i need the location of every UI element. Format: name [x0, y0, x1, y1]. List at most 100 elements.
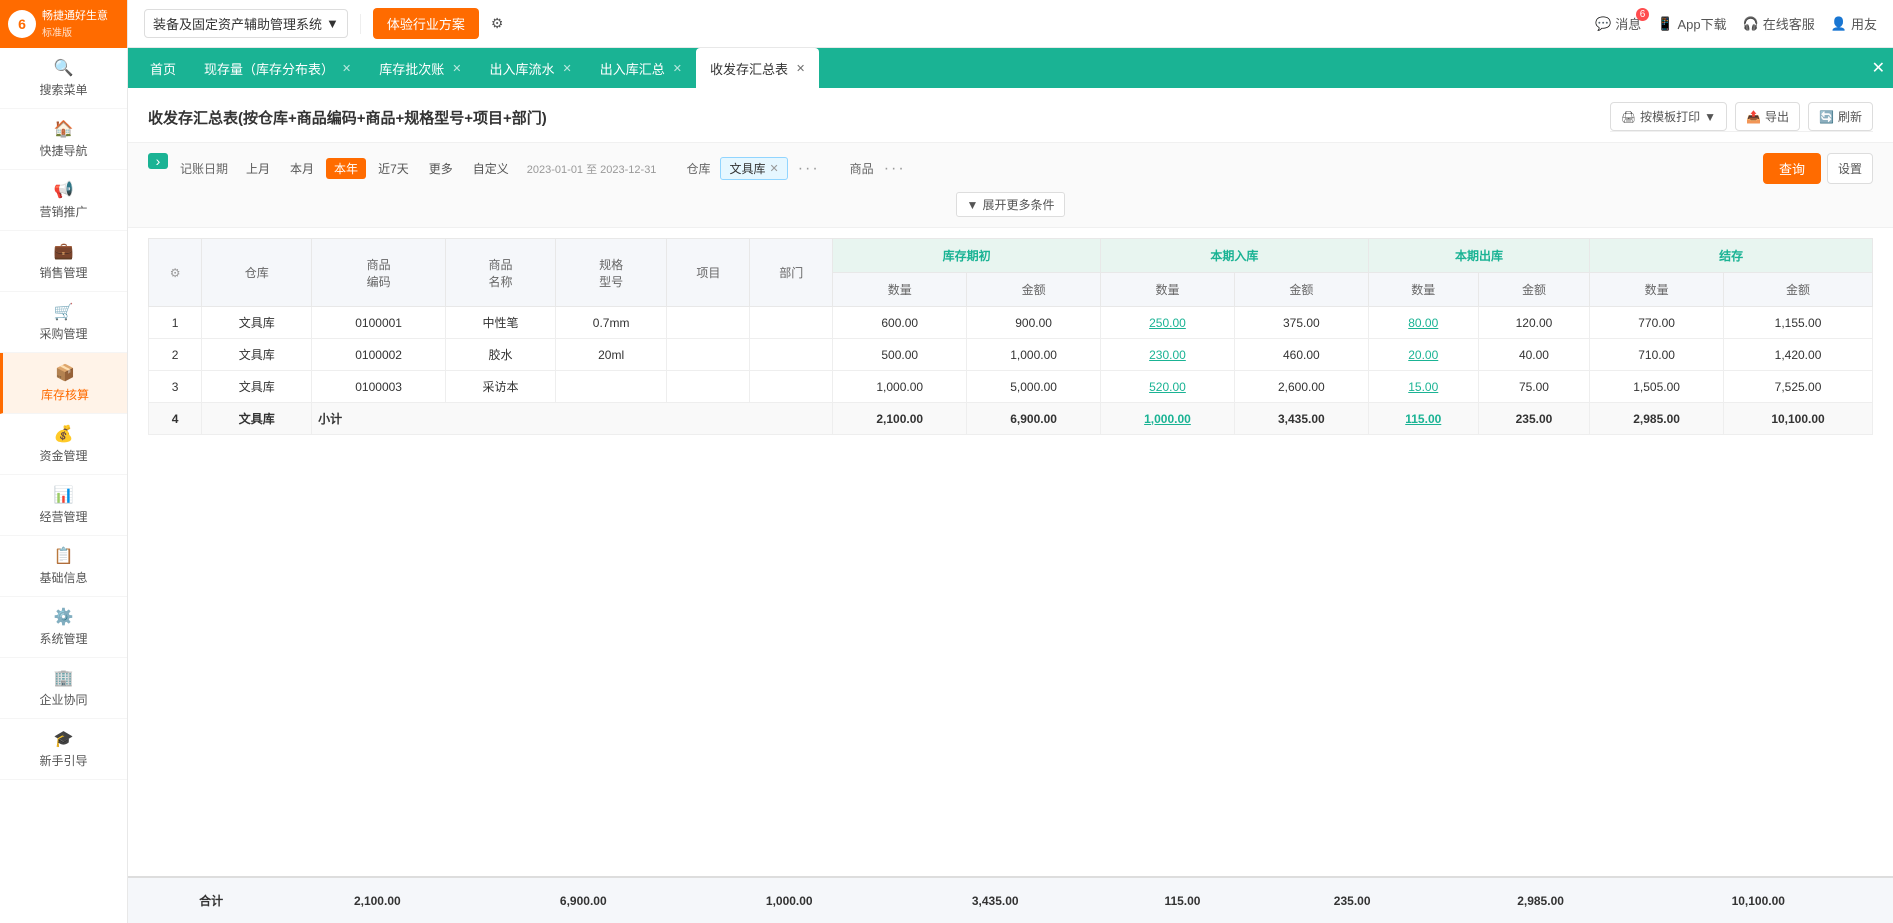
sub-bal-amt: 10,100.00	[1724, 403, 1873, 435]
subtotal-row: 4 文具库 小计 2,100.00 6,900.00 1,000.00 3,43…	[149, 403, 1873, 435]
sidebar-header: 6 畅捷通好生意 标准版	[0, 0, 127, 48]
row-out-qty[interactable]: 20.00	[1368, 339, 1478, 371]
row-in-qty[interactable]: 230.00	[1101, 339, 1235, 371]
row-in-amt: 460.00	[1234, 339, 1368, 371]
date-options: 上月 本月 本年 近7天 更多 自定义	[238, 158, 517, 179]
message-icon: 💬	[1595, 16, 1611, 32]
sidebar-item-inventory[interactable]: 📦 库存核算	[0, 353, 127, 414]
user-action[interactable]: 👤 用友	[1831, 14, 1877, 33]
system-selector[interactable]: 装备及固定资产辅助管理系统 ▼	[144, 9, 348, 38]
row-in-amt: 2,600.00	[1234, 371, 1368, 403]
tab-batch[interactable]: 库存批次账 ✕	[365, 48, 475, 88]
total-opening-amt: 6,900.00	[480, 886, 686, 915]
system-name: 装备及固定资产辅助管理系统	[153, 14, 322, 33]
date-this-month[interactable]: 本月	[282, 158, 322, 179]
table-row: 2 文具库 0100002 胶水 20ml 500.00 1,000.00 23…	[149, 339, 1873, 371]
th-out-amt: 金额	[1478, 273, 1589, 307]
warehouse-tag: 文具库 ✕	[720, 157, 787, 180]
tab-inout-flow[interactable]: 出入库流水 ✕	[475, 48, 585, 88]
settings-button[interactable]: 设置	[1827, 153, 1873, 184]
row-out-qty[interactable]: 80.00	[1368, 307, 1478, 339]
settings-icon[interactable]: ⚙	[491, 15, 504, 32]
sidebar-item-system[interactable]: ⚙️ 系统管理	[0, 597, 127, 658]
sub-in-qty[interactable]: 1,000.00	[1101, 403, 1235, 435]
th-goods-name: 商品名称	[446, 239, 556, 307]
tab-close-inout-flow[interactable]: ✕	[563, 62, 572, 75]
export-button[interactable]: 📤 导出	[1735, 102, 1800, 131]
sidebar-item-purchase[interactable]: 🛒 采购管理	[0, 292, 127, 353]
tabbar: 首页 现存量（库存分布表） ✕ 库存批次账 ✕ 出入库流水 ✕ 出入库汇总 ✕ …	[128, 48, 1893, 88]
date-7days[interactable]: 近7天	[370, 158, 417, 179]
briefcase-icon: 💼	[54, 241, 74, 261]
main-area: 装备及固定资产辅助管理系统 ▼ 体验行业方案 ⚙ 💬 消息 6 📱 App下载 …	[128, 0, 1893, 923]
warehouse-tag-close[interactable]: ✕	[769, 162, 778, 175]
row-no: 1	[149, 307, 202, 339]
experience-button[interactable]: 体验行业方案	[373, 8, 479, 39]
row-out-qty[interactable]: 15.00	[1368, 371, 1478, 403]
th-warehouse: 仓库	[202, 239, 312, 307]
sub-label: 小计	[312, 403, 833, 435]
tab-close-recv-send[interactable]: ✕	[796, 62, 805, 75]
row-warehouse: 文具库	[202, 307, 312, 339]
total-bal-qty: 2,985.00	[1438, 886, 1644, 915]
sidebar-item-enterprise[interactable]: 🏢 企业协同	[0, 658, 127, 719]
tab-home[interactable]: 首页	[136, 48, 190, 88]
warehouse-filter-label: 仓库	[686, 160, 710, 177]
total-out-qty: 115.00	[1098, 886, 1267, 915]
row-opening-amt: 5,000.00	[967, 371, 1101, 403]
row-in-qty[interactable]: 520.00	[1101, 371, 1235, 403]
sub-out-qty[interactable]: 115.00	[1368, 403, 1478, 435]
online-service-action[interactable]: 🎧 在线客服	[1743, 14, 1815, 33]
row-name: 采访本	[446, 371, 556, 403]
sidebar-item-search[interactable]: 🔍 搜索菜单	[0, 48, 127, 109]
chart-icon: 📊	[54, 485, 74, 505]
row-dept	[750, 307, 833, 339]
sidebar-item-operations[interactable]: 📊 经营管理	[0, 475, 127, 536]
th-settings[interactable]: ⚙	[149, 239, 202, 307]
row-bal-qty: 770.00	[1590, 307, 1724, 339]
date-custom[interactable]: 自定义	[465, 158, 517, 179]
home-icon: 🏠	[54, 119, 74, 139]
tab-inout-summary[interactable]: 出入库汇总 ✕	[586, 48, 696, 88]
filter-collapse-button[interactable]: ›	[148, 153, 168, 169]
headset-icon: 🎧	[1743, 16, 1759, 32]
th-project: 项目	[667, 239, 750, 307]
message-action[interactable]: 💬 消息 6	[1595, 14, 1641, 33]
refresh-button[interactable]: 🔄 刷新	[1808, 102, 1873, 131]
sub-in-amt: 3,435.00	[1234, 403, 1368, 435]
row-code: 0100002	[312, 339, 446, 371]
row-spec	[555, 371, 666, 403]
expand-conditions-button[interactable]: ▼ 展开更多条件	[956, 192, 1066, 217]
row-in-qty[interactable]: 250.00	[1101, 307, 1235, 339]
sidebar-item-finance[interactable]: 💰 资金管理	[0, 414, 127, 475]
query-button[interactable]: 查询	[1763, 153, 1821, 184]
date-last-month[interactable]: 上月	[238, 158, 278, 179]
tab-stock-dist[interactable]: 现存量（库存分布表） ✕	[190, 48, 365, 88]
goods-more-dots[interactable]: ···	[884, 160, 906, 178]
expand-icon: ▼	[967, 198, 979, 212]
th-bal-qty: 数量	[1590, 273, 1724, 307]
sidebar-item-base-info[interactable]: 📋 基础信息	[0, 536, 127, 597]
date-this-year[interactable]: 本年	[326, 158, 366, 179]
tab-close-batch[interactable]: ✕	[452, 62, 461, 75]
date-more[interactable]: 更多	[421, 158, 461, 179]
sidebar-item-newbie[interactable]: 🎓 新手引导	[0, 719, 127, 780]
megaphone-icon: 📢	[54, 180, 74, 200]
sub-opening-qty: 2,100.00	[833, 403, 967, 435]
th-in-group: 本期入库	[1101, 239, 1369, 273]
warehouse-more-dots[interactable]: ···	[798, 160, 820, 178]
print-button[interactable]: 🖨 按模板打印 ▼	[1610, 102, 1727, 131]
sidebar-item-sales[interactable]: 💼 销售管理	[0, 231, 127, 292]
tab-close-stock-dist[interactable]: ✕	[342, 62, 351, 75]
row-dept	[750, 371, 833, 403]
graduation-icon: 🎓	[54, 729, 74, 749]
sidebar-item-marketing[interactable]: 📢 营销推广	[0, 170, 127, 231]
sidebar-item-quick-nav[interactable]: 🏠 快捷导航	[0, 109, 127, 170]
close-all-tabs-button[interactable]: ✕	[1872, 58, 1885, 78]
th-out-qty: 数量	[1368, 273, 1478, 307]
sub-no: 4	[149, 403, 202, 435]
tab-close-inout-summary[interactable]: ✕	[673, 62, 682, 75]
app-download-action[interactable]: 📱 App下载	[1657, 14, 1726, 33]
row-dept	[750, 339, 833, 371]
tab-recv-send[interactable]: 收发存汇总表 ✕	[696, 48, 819, 88]
